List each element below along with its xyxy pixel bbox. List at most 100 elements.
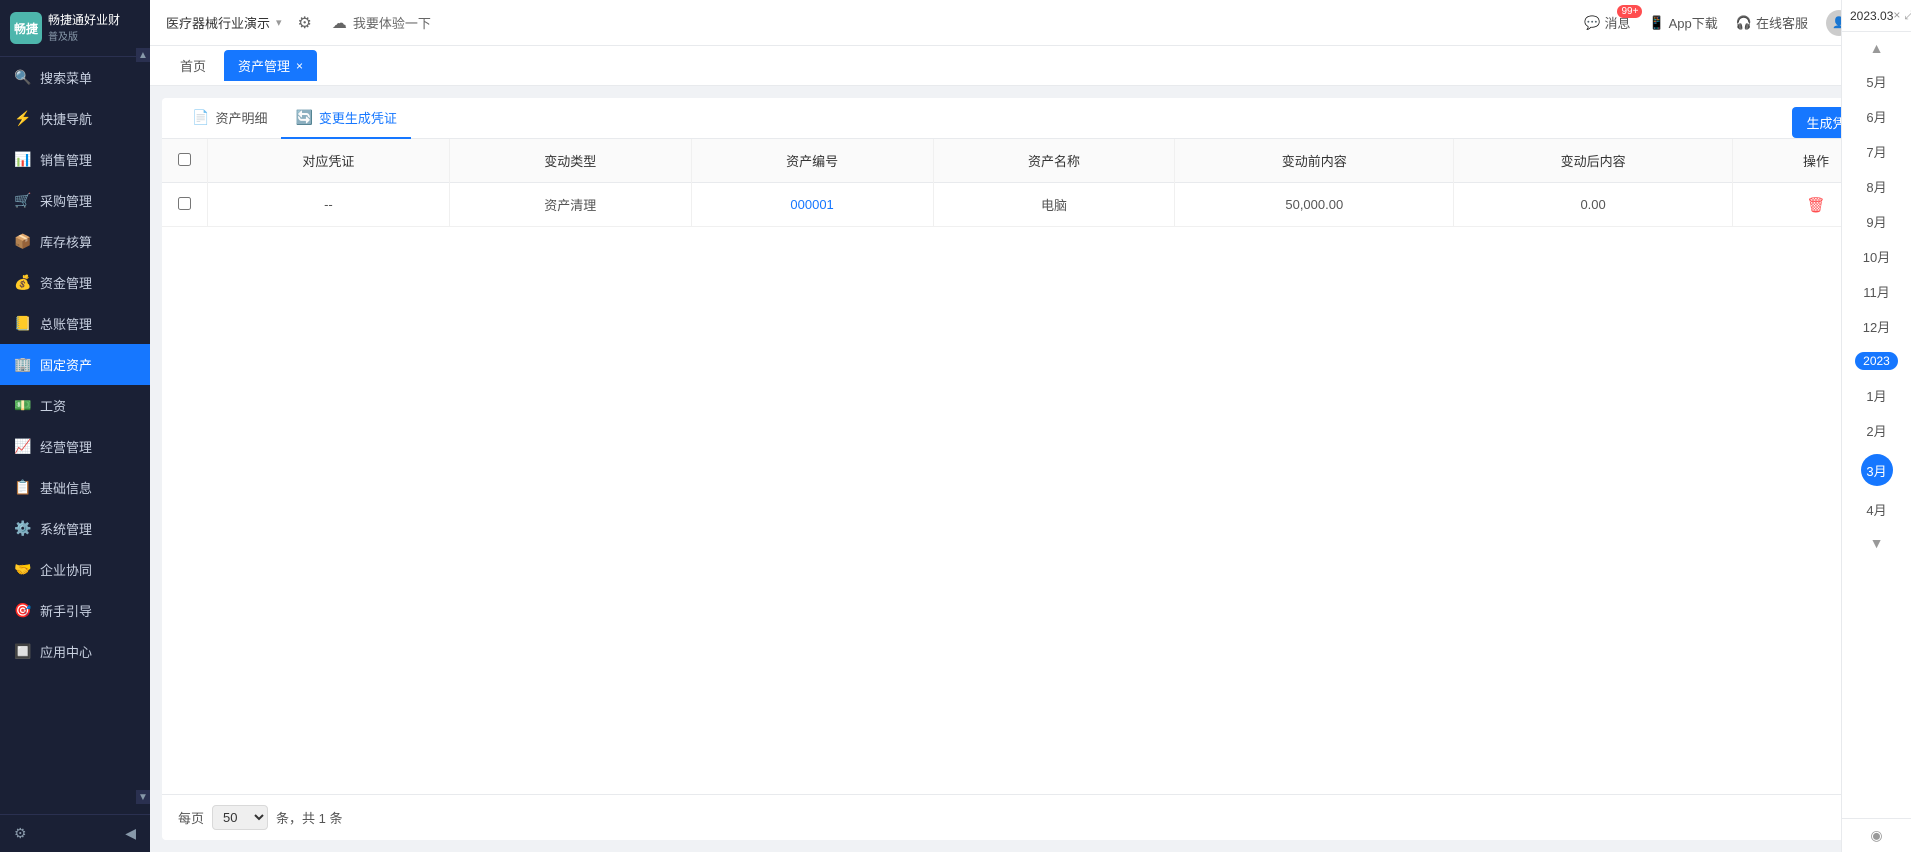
subtab-change-voucher-label: 变更生成凭证 <box>319 108 397 127</box>
collapse-icon[interactable]: ◀ <box>125 825 136 842</box>
per-page-label: 每页 <box>178 808 204 827</box>
subtab-change-voucher[interactable]: 🔄 变更生成凭证 <box>281 98 410 139</box>
main-area: 医疗器械行业演示 ▾ ⚙ ☁ 我要体验一下 💬 消息 99+ 📱 App下载 🎧… <box>150 0 1911 852</box>
inventory-icon: 📦 <box>14 233 32 250</box>
date-month-11[interactable]: 11月 <box>1842 274 1911 309</box>
date-panel-current-label: 2023.03 <box>1850 9 1893 23</box>
sidebar-item-label: 工资 <box>40 396 66 415</box>
tab-active-label: 资产管理 <box>238 56 290 75</box>
table-row: -- 资产清理 000001 电脑 50,000.00 0.00 🗑 <box>162 183 1899 227</box>
sidebar-scroll-down[interactable]: ▼ <box>136 790 150 804</box>
app-download-icon: 📱 <box>1648 15 1664 31</box>
sidebar-item-label: 新手引导 <box>40 601 92 620</box>
sidebar-item-sys-mgmt[interactable]: ⚙️ 系统管理 <box>0 508 150 549</box>
date-month-12[interactable]: 12月 <box>1842 309 1911 344</box>
notification-icon: 💬 <box>1584 15 1600 31</box>
notification-badge: 99+ <box>1617 5 1642 18</box>
sidebar-item-label: 经营管理 <box>40 437 92 456</box>
sidebar-item-ledger[interactable]: 📒 总账管理 <box>0 303 150 344</box>
date-panel-scroll: ▲ 5月 6月 7月 8月 9月 10月 11月 12月 2023 1月 2月 … <box>1842 32 1911 818</box>
date-month-5[interactable]: 5月 <box>1842 64 1911 99</box>
date-month-4[interactable]: 4月 <box>1842 492 1911 527</box>
sidebar-item-inventory[interactable]: 📦 库存核算 <box>0 221 150 262</box>
th-checkbox <box>162 139 208 183</box>
date-month-9[interactable]: 9月 <box>1842 204 1911 239</box>
tab-home[interactable]: 首页 <box>166 50 220 81</box>
date-month-10[interactable]: 10月 <box>1842 239 1911 274</box>
date-panel-header: 2023.03 × ⤢ <box>1842 0 1911 32</box>
tab-home-label: 首页 <box>180 59 206 74</box>
sidebar-item-guide[interactable]: 🎯 新手引导 <box>0 590 150 631</box>
sidebar-item-search[interactable]: 🔍 搜索菜单 <box>0 57 150 98</box>
customer-service-icon: 🎧 <box>1736 15 1752 31</box>
sidebar-item-app-center[interactable]: 🔲 应用中心 <box>0 631 150 672</box>
date-month-1[interactable]: 1月 <box>1842 378 1911 413</box>
date-month-3[interactable]: 3月 <box>1861 454 1893 486</box>
date-panel-up-button[interactable]: ▲ <box>1865 36 1889 60</box>
sidebar-nav: 🔍 搜索菜单 ⚡ 快捷导航 📊 销售管理 🛒 采购管理 📦 库存核算 💰 资金管… <box>0 57 150 814</box>
tab-asset-management[interactable]: 资产管理 × <box>224 50 317 81</box>
ledger-icon: 📒 <box>14 315 32 332</box>
tab-close-icon[interactable]: × <box>296 59 303 73</box>
sidebar-item-sales[interactable]: 📊 销售管理 <box>0 139 150 180</box>
row-before-change: 50,000.00 <box>1175 183 1454 227</box>
tab-bar: 首页 资产管理 × <box>150 46 1911 86</box>
company-name: 医疗器械行业演示 <box>166 13 270 32</box>
customer-service-button[interactable]: 🎧 在线客服 <box>1736 13 1808 32</box>
date-month-7[interactable]: 7月 <box>1842 134 1911 169</box>
date-panel-down-button[interactable]: ▼ <box>1865 531 1889 555</box>
sidebar-item-label: 资金管理 <box>40 273 92 292</box>
th-after-change: 变动后内容 <box>1454 139 1733 183</box>
sidebar-scroll-up[interactable]: ▲ <box>136 48 150 62</box>
th-asset-name: 资产名称 <box>933 139 1175 183</box>
sidebar: 畅捷 畅捷通好业财 普及版 ▲ 🔍 搜索菜单 ⚡ 快捷导航 📊 销售管理 🛒 采… <box>0 0 150 852</box>
sidebar-item-label: 销售管理 <box>40 150 92 169</box>
finance-icon: 💰 <box>14 274 32 291</box>
logo-text-container: 畅捷通好业财 普及版 <box>48 13 120 44</box>
date-panel-expand-btn[interactable]: ⤢ <box>1904 8 1911 23</box>
sidebar-item-fixed-assets[interactable]: 🏢 固定资产 <box>0 344 150 385</box>
date-month-3-container: 3月 <box>1842 448 1911 492</box>
date-panel-bottom-icon[interactable]: ◉ <box>1870 827 1882 844</box>
sidebar-item-basic-info[interactable]: 📋 基础信息 <box>0 467 150 508</box>
basic-info-icon: 📋 <box>14 479 32 496</box>
collab-icon: 🤝 <box>14 561 32 578</box>
year-badge-container: 2023 <box>1842 344 1911 378</box>
company-selector[interactable]: 医疗器械行业演示 ▾ <box>166 13 282 32</box>
select-all-checkbox[interactable] <box>178 153 191 166</box>
search-icon: 🔍 <box>14 69 32 86</box>
sidebar-item-operations[interactable]: 📈 经营管理 <box>0 426 150 467</box>
date-month-6[interactable]: 6月 <box>1842 99 1911 134</box>
sidebar-item-quick-nav[interactable]: ⚡ 快捷导航 <box>0 98 150 139</box>
th-change-type: 变动类型 <box>449 139 691 183</box>
row-checkbox[interactable] <box>178 197 191 210</box>
sidebar-item-label: 快捷导航 <box>40 109 92 128</box>
subtab-asset-detail-label: 资产明细 <box>215 108 267 127</box>
sidebar-item-label: 总账管理 <box>40 314 92 333</box>
experience-button[interactable]: ☁ 我要体验一下 <box>332 13 431 32</box>
th-before-change: 变动前内容 <box>1175 139 1454 183</box>
settings-bottom-icon[interactable]: ⚙ <box>14 825 27 842</box>
date-month-8[interactable]: 8月 <box>1842 169 1911 204</box>
subtab-asset-detail[interactable]: 📄 资产明细 <box>178 98 281 139</box>
date-panel-close-btn[interactable]: × <box>1893 8 1900 23</box>
sidebar-item-finance[interactable]: 💰 资金管理 <box>0 262 150 303</box>
notification-button[interactable]: 💬 消息 99+ <box>1584 13 1630 32</box>
payroll-icon: 💵 <box>14 397 32 414</box>
experience-label: 我要体验一下 <box>353 13 431 32</box>
sys-mgmt-icon: ⚙️ <box>14 520 32 537</box>
delete-icon[interactable]: 🗑 <box>1806 197 1825 214</box>
sidebar-item-label: 固定资产 <box>40 355 92 374</box>
sidebar-item-label: 采购管理 <box>40 191 92 210</box>
app-download-button[interactable]: 📱 App下载 <box>1648 13 1717 32</box>
row-checkbox-cell <box>162 183 208 227</box>
topbar-settings-icon[interactable]: ⚙ <box>298 13 312 33</box>
fixed-assets-icon: 🏢 <box>14 356 32 373</box>
quick-nav-icon: ⚡ <box>14 110 32 127</box>
sidebar-item-purchase[interactable]: 🛒 采购管理 <box>0 180 150 221</box>
date-panel-bottom: ◉ <box>1842 818 1911 852</box>
date-month-2[interactable]: 2月 <box>1842 413 1911 448</box>
sidebar-item-collab[interactable]: 🤝 企业协同 <box>0 549 150 590</box>
sidebar-item-payroll[interactable]: 💵 工资 <box>0 385 150 426</box>
per-page-select[interactable]: 50 10 20 100 <box>212 805 268 830</box>
